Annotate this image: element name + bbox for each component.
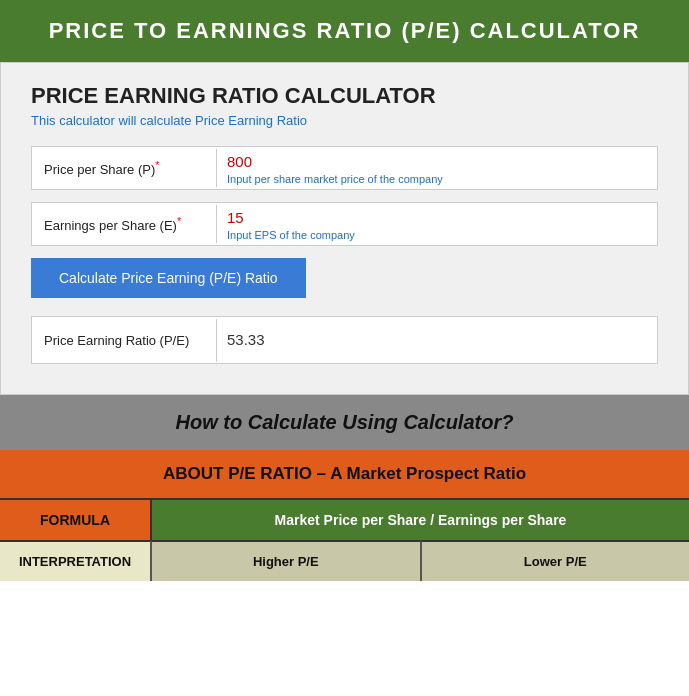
calculator-section: PRICE EARNING RATIO CALCULATOR This calc… [0, 62, 689, 395]
how-to-title: How to Calculate Using Calculator? [176, 411, 514, 433]
interpretation-higher-pe: Higher P/E [150, 540, 420, 581]
price-per-share-input[interactable] [227, 151, 647, 172]
result-value-input[interactable] [227, 331, 647, 348]
earnings-per-share-label: Earnings per Share (E)* [32, 205, 217, 243]
formula-value: Market Price per Share / Earnings per Sh… [150, 498, 689, 540]
result-row: Price Earning Ratio (P/E) [31, 316, 658, 364]
header-title: PRICE TO EARNINGS RATIO (P/E) CALCULATOR [49, 18, 641, 43]
earnings-per-share-hint: Input EPS of the company [227, 229, 647, 241]
earnings-per-share-row: Earnings per Share (E)* Input EPS of the… [31, 202, 658, 246]
result-label: Price Earning Ratio (P/E) [32, 319, 217, 362]
how-to-section: How to Calculate Using Calculator? [0, 395, 689, 450]
calculator-subtitle: This calculator will calculate Price Ear… [31, 113, 658, 128]
price-per-share-row: Price per Share (P)* Input per share mar… [31, 146, 658, 190]
page-header: PRICE TO EARNINGS RATIO (P/E) CALCULATOR [0, 0, 689, 62]
earnings-per-share-input[interactable] [227, 207, 647, 228]
about-title: ABOUT P/E RATIO – A Market Prospect Rati… [163, 464, 526, 483]
formula-row: FORMULA Market Price per Share / Earning… [0, 498, 689, 540]
interpretation-lower-pe: Lower P/E [420, 540, 690, 581]
calculator-title: PRICE EARNING RATIO CALCULATOR [31, 83, 658, 109]
price-per-share-input-wrapper: Input per share market price of the comp… [217, 147, 657, 189]
result-value-wrapper [217, 317, 657, 363]
price-per-share-label: Price per Share (P)* [32, 149, 217, 187]
formula-label: FORMULA [0, 498, 150, 540]
earnings-per-share-input-wrapper: Input EPS of the company [217, 203, 657, 245]
interpretation-label: INTERPRETATION [0, 540, 150, 581]
price-per-share-hint: Input per share market price of the comp… [227, 173, 647, 185]
about-section: ABOUT P/E RATIO – A Market Prospect Rati… [0, 450, 689, 498]
interpretation-row: INTERPRETATION Higher P/E Lower P/E [0, 540, 689, 581]
calculate-button[interactable]: Calculate Price Earning (P/E) Ratio [31, 258, 306, 298]
